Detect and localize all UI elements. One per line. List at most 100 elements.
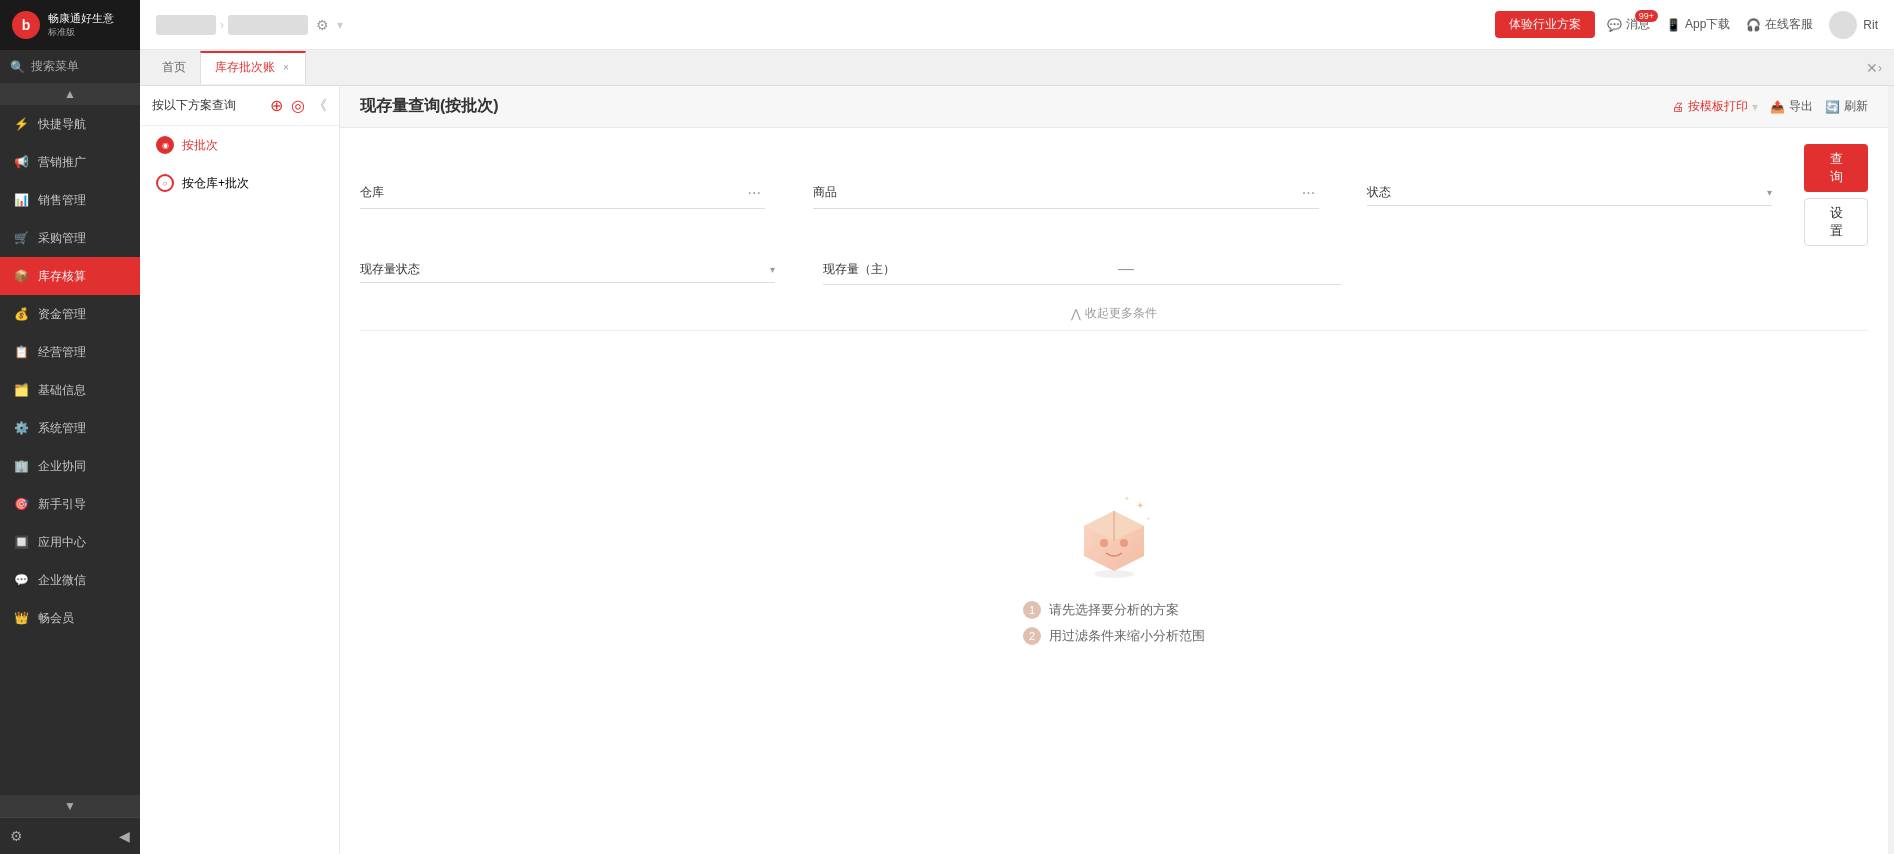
scheme-by-batch[interactable]: ◉ 按批次 (140, 126, 339, 164)
tip-1-text: 请先选择要分析的方案 (1049, 601, 1179, 619)
filter-row-2: 现存量状态 ▾ 现存量（主） — (360, 258, 1868, 285)
main-content: › ⚙ ▾ 体验行业方案 💬 消息 99+ 📱 App下载 🎧 在线客服 (140, 0, 1894, 854)
marketing-icon: 📢 (12, 153, 30, 171)
sidebar-item-member[interactable]: 👑 畅会员 (0, 599, 140, 637)
sidebar-item-shortcut[interactable]: ⚡ 快捷导航 (0, 105, 140, 143)
operations-icon: 📋 (12, 343, 30, 361)
sidebar-scroll-down[interactable]: ▼ (0, 795, 140, 817)
scheme-settings-icon[interactable]: ◎ (291, 96, 305, 115)
member-icon: 👑 (12, 609, 30, 627)
search-menu[interactable]: 🔍 搜索菜单 (0, 50, 140, 83)
sidebar-label-sales: 销售管理 (38, 192, 86, 209)
product-dots[interactable]: ··· (1298, 184, 1319, 202)
scheme-by-warehouse-batch-label: 按仓库+批次 (182, 175, 249, 192)
finance-icon: 💰 (12, 305, 30, 323)
inventory-status-dropdown-icon[interactable]: ▾ (770, 264, 775, 275)
refresh-button[interactable]: 🔄 刷新 (1825, 98, 1868, 115)
phone-icon: 📱 (1666, 18, 1681, 32)
inventory-status-group: 现存量状态 ▾ (360, 261, 775, 283)
sidebar-item-marketing[interactable]: 📢 营销推广 (0, 143, 140, 181)
export-button[interactable]: 📤 导出 (1770, 98, 1813, 115)
settings-button[interactable]: 设置 (1804, 198, 1868, 246)
scheme-by-warehouse-batch-icon: ○ (156, 174, 174, 192)
online-service-action[interactable]: 🎧 在线客服 (1746, 16, 1813, 33)
empty-state: ✦ ✦ ✦ 1 请先选择要分析的方案 2 用过滤条件来缩小分析范围 (340, 331, 1888, 854)
scheme-by-batch-label: 按批次 (182, 137, 218, 154)
topbar-settings-icon[interactable]: ⚙ (316, 17, 329, 33)
messages-badge: 99+ (1635, 10, 1658, 22)
scheme-by-warehouse-batch[interactable]: ○ 按仓库+批次 (140, 164, 339, 202)
sidebar-scroll-up[interactable]: ▲ (0, 83, 140, 105)
svg-point-5 (1094, 570, 1134, 578)
sidebar-item-system[interactable]: ⚙️ 系统管理 (0, 409, 140, 447)
sidebar-item-basic[interactable]: 🗂️ 基础信息 (0, 371, 140, 409)
warehouse-input[interactable] (392, 182, 744, 204)
breadcrumb: › (156, 15, 308, 35)
tip-2-text: 用过滤条件来缩小分析范围 (1049, 627, 1205, 645)
sidebar-item-wechat[interactable]: 💬 企业微信 (0, 561, 140, 599)
tip-1-number: 1 (1023, 601, 1041, 619)
add-scheme-icon[interactable]: ⊕ (270, 96, 283, 115)
collapse-label: 收起更多条件 (1085, 305, 1157, 322)
sidebar-item-purchase[interactable]: 🛒 采购管理 (0, 219, 140, 257)
app-download-action[interactable]: 📱 App下载 (1666, 16, 1730, 33)
tab-bar: 首页 库存批次账 × ✕ › (140, 50, 1894, 86)
tab-close-icon[interactable]: × (281, 62, 291, 73)
product-input[interactable] (845, 182, 1298, 204)
tab-inventory-batch[interactable]: 库存批次账 × (200, 51, 306, 84)
query-button[interactable]: 查询 (1804, 144, 1868, 192)
sales-icon: 📊 (12, 191, 30, 209)
sidebar-label-enterprise: 企业协同 (38, 458, 86, 475)
print-button[interactable]: 🖨 按模板打印 ▾ (1672, 98, 1758, 115)
inventory-qty-to[interactable] (1142, 258, 1341, 280)
sidebar-item-enterprise[interactable]: 🏢 企业协同 (0, 447, 140, 485)
tip-2-number: 2 (1023, 627, 1041, 645)
inventory-qty-label: 现存量（主） (823, 261, 903, 278)
headset-icon: 🎧 (1746, 18, 1761, 32)
right-scrollbar (1888, 86, 1894, 854)
inventory-qty-group: 现存量（主） — (823, 258, 1341, 285)
collapse-up-icon: ⋀ (1071, 307, 1081, 321)
top-bar-left: › ⚙ ▾ (156, 15, 1483, 35)
app-download-label: App下载 (1685, 16, 1730, 33)
collapse-panel-icon[interactable]: 《 (313, 97, 327, 115)
search-menu-label: 搜索菜单 (31, 58, 79, 75)
sidebar-label-member: 畅会员 (38, 610, 74, 627)
filter-row-1: 仓库 ··· 商品 ··· 状态 (360, 144, 1868, 246)
qty-dash: — (1118, 260, 1134, 278)
tab-bar-chevron[interactable]: › (1878, 61, 1886, 75)
user-profile[interactable]: Rit (1829, 11, 1878, 39)
sidebar-item-operations[interactable]: 📋 经营管理 (0, 333, 140, 371)
empty-tips: 1 请先选择要分析的方案 2 用过滤条件来缩小分析范围 (1023, 601, 1205, 645)
messages-action[interactable]: 💬 消息 99+ (1607, 16, 1650, 33)
top-bar-right: 💬 消息 99+ 📱 App下载 🎧 在线客服 Rit (1607, 11, 1878, 39)
print-dropdown-icon[interactable]: ▾ (1752, 100, 1758, 114)
sidebar-label-basic: 基础信息 (38, 382, 86, 399)
sidebar-item-newbie[interactable]: 🎯 新手引导 (0, 485, 140, 523)
sidebar-item-sales[interactable]: 📊 销售管理 (0, 181, 140, 219)
warehouse-dots[interactable]: ··· (744, 184, 765, 202)
newbie-icon: 🎯 (12, 495, 30, 513)
sidebar-label-purchase: 采购管理 (38, 230, 86, 247)
collapse-bar[interactable]: ⋀ 收起更多条件 (360, 297, 1868, 330)
sidebar-label-marketing: 营销推广 (38, 154, 86, 171)
filter-fields: 仓库 ··· 商品 ··· 状态 (360, 144, 1868, 330)
wechat-icon: 💬 (12, 571, 30, 589)
sidebar-item-inventory[interactable]: 📦 库存核算 (0, 257, 140, 295)
empty-tip-2: 2 用过滤条件来缩小分析范围 (1023, 627, 1205, 645)
tab-home[interactable]: 首页 (148, 51, 200, 84)
footer-settings-icon[interactable]: ⚙ (10, 828, 23, 844)
tab-home-label: 首页 (162, 59, 186, 76)
inventory-qty-from[interactable] (911, 258, 1110, 280)
status-dropdown-icon[interactable]: ▾ (1767, 187, 1772, 198)
sidebar-item-apps[interactable]: 🔲 应用中心 (0, 523, 140, 561)
sidebar-item-finance[interactable]: 💰 资金管理 (0, 295, 140, 333)
online-service-label: 在线客服 (1765, 16, 1813, 33)
inventory-status-label: 现存量状态 (360, 261, 428, 278)
trial-button[interactable]: 体验行业方案 (1495, 11, 1595, 38)
filter-outer: 仓库 ··· 商品 ··· 状态 (340, 128, 1888, 330)
topbar-dropdown-icon[interactable]: ▾ (337, 18, 343, 32)
svg-point-3 (1100, 539, 1108, 547)
sidebar-label-operations: 经营管理 (38, 344, 86, 361)
footer-collapse-icon[interactable]: ◀ (119, 828, 130, 844)
